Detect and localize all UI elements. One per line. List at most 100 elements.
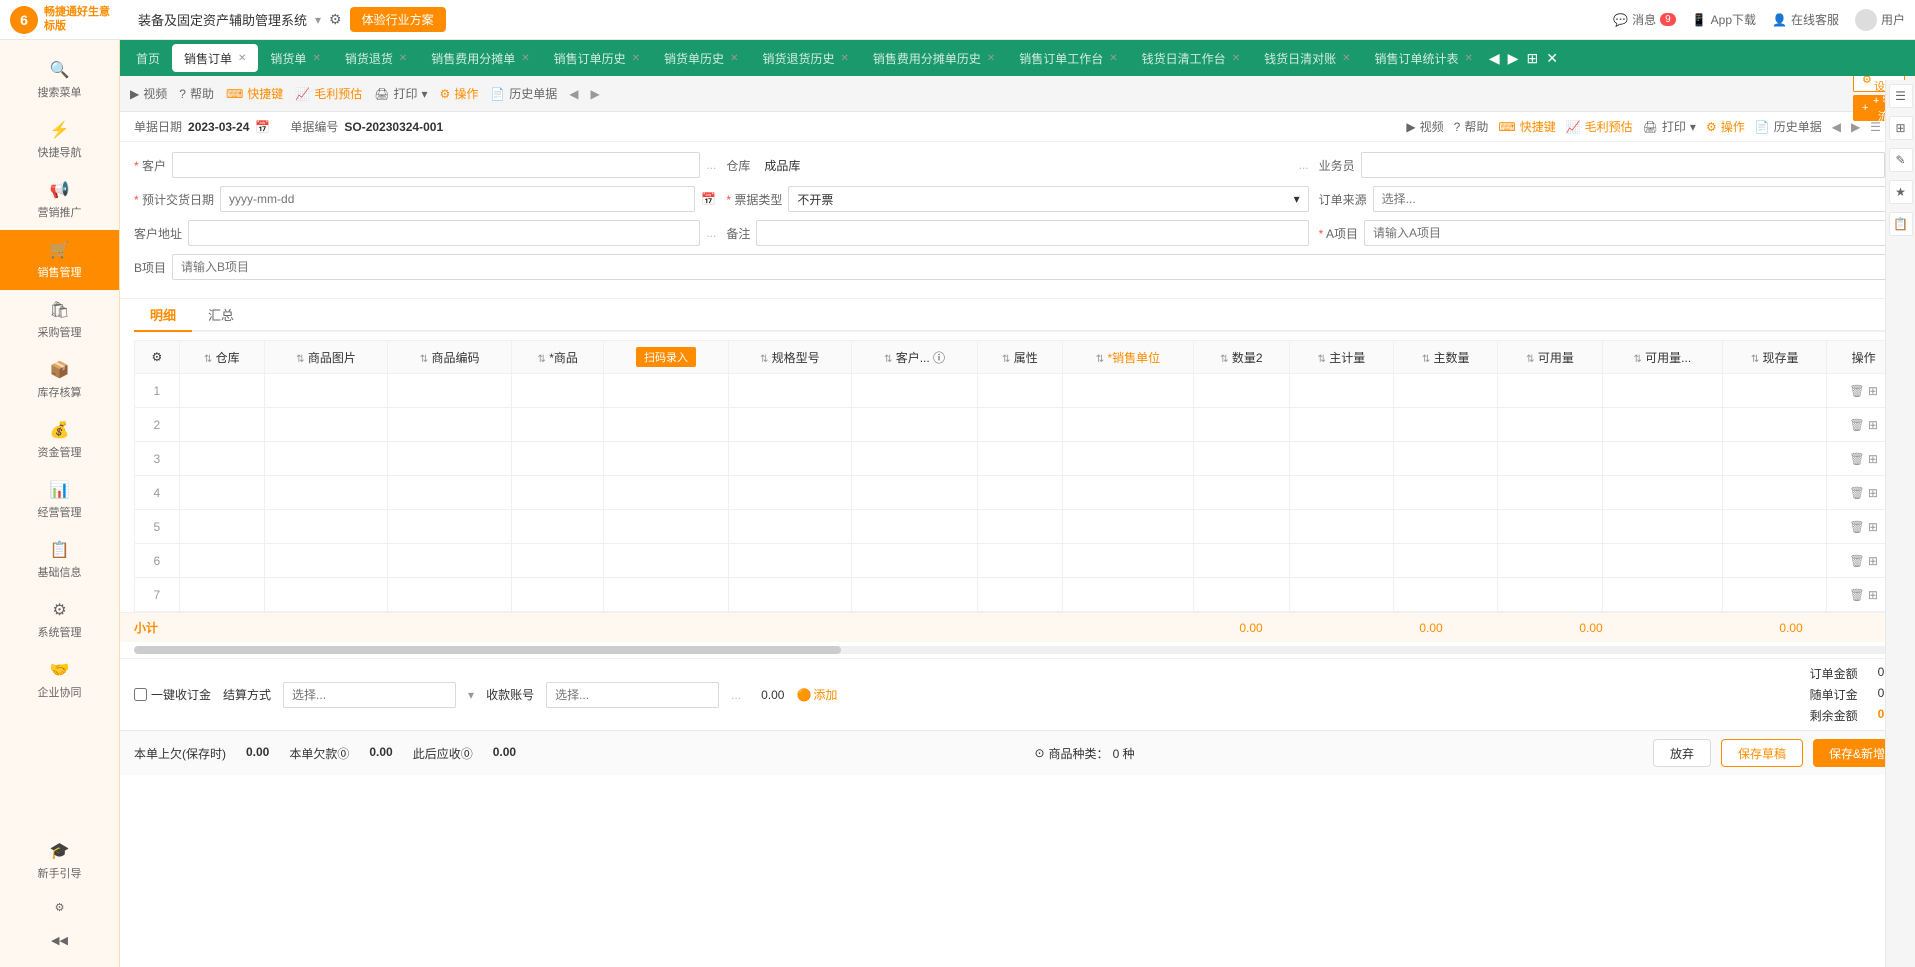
header-operation-btn[interactable]: ⚙ 操作 [1706, 118, 1745, 135]
row-1-qty2[interactable] [1194, 374, 1290, 408]
row-2-image[interactable] [264, 408, 388, 442]
scroll-bar-area[interactable] [134, 646, 1901, 654]
tab-expand-btn[interactable]: ⊞ [1522, 50, 1542, 67]
row-5-main-unit[interactable] [1289, 510, 1393, 544]
tab-next-btn[interactable]: ▶ [1504, 50, 1523, 67]
col-available-header[interactable]: ⇅ 可用量 [1498, 341, 1602, 374]
tab-prev-btn[interactable]: ◀ [1485, 50, 1504, 67]
tab-sales-invoice-history[interactable]: 销货单历史 ✕ [652, 44, 750, 72]
row-2-attr[interactable] [977, 408, 1062, 442]
toolbar-help[interactable]: ? 帮助 [179, 85, 214, 102]
row-1-copy-icon[interactable]: ⊞ [1868, 384, 1878, 398]
app-download-item[interactable]: 📱 App下载 [1692, 11, 1756, 28]
row-4-copy-icon[interactable]: ⊞ [1868, 486, 1878, 500]
col-warehouse-header[interactable]: ⇅ 仓库 [179, 341, 264, 374]
sidebar-item-finance[interactable]: 💰 资金管理 [0, 410, 119, 470]
tab-home[interactable]: 首页 [124, 44, 172, 72]
sidebar-item-search[interactable]: 🔍 搜索菜单 [0, 50, 119, 110]
row-6-goods[interactable] [511, 544, 603, 578]
row-1-image[interactable] [264, 374, 388, 408]
right-panel-grid-btn[interactable]: ⊞ [1889, 116, 1913, 140]
row-5-spec[interactable] [728, 510, 852, 544]
row-2-copy-icon[interactable]: ⊞ [1868, 418, 1878, 432]
row-6-attr[interactable] [977, 544, 1062, 578]
row-6-copy-icon[interactable]: ⊞ [1868, 554, 1878, 568]
row-4-qty2[interactable] [1194, 476, 1290, 510]
tab-close-daily-reconcile[interactable]: ✕ [1342, 53, 1350, 64]
online-service-item[interactable]: 👤 在线客服 [1772, 11, 1839, 28]
header-history-btn[interactable]: 📄 历史单据 [1755, 118, 1822, 135]
toolbar-operation[interactable]: ⚙ 操作 [440, 85, 479, 102]
row-3-delete-icon[interactable]: 🗑 [1849, 452, 1864, 466]
row-5-image[interactable] [264, 510, 388, 544]
row-3-unit[interactable] [1062, 442, 1193, 476]
row-7-main-unit[interactable] [1289, 578, 1393, 612]
header-view-btn[interactable]: ▶ 视频 [1406, 118, 1443, 135]
row-2-code[interactable] [388, 408, 512, 442]
row-7-unit[interactable] [1062, 578, 1193, 612]
col-goods-header[interactable]: ⇅ *商品 [511, 341, 603, 374]
scroll-bar-thumb[interactable] [134, 646, 841, 654]
a-project-input[interactable] [1364, 220, 1901, 246]
delivery-calendar-icon[interactable]: 📅 [701, 192, 716, 206]
row-7-available2[interactable] [1602, 578, 1722, 612]
right-panel-edit-btn[interactable]: ✎ [1889, 148, 1913, 172]
row-5-available2[interactable] [1602, 510, 1722, 544]
row-7-image[interactable] [264, 578, 388, 612]
row-1-stock[interactable] [1723, 374, 1827, 408]
payment-method-input[interactable] [283, 682, 456, 708]
row-6-unit[interactable] [1062, 544, 1193, 578]
row-4-delete-icon[interactable]: 🗑 [1849, 486, 1864, 500]
tab-close-sales-return[interactable]: ✕ [399, 53, 407, 64]
scan-btn[interactable]: 扫码录入 [636, 347, 696, 367]
header-print-btn[interactable]: 🖨 打印 ▾ [1643, 118, 1696, 135]
col-settings-header[interactable]: ⚙ [135, 341, 180, 374]
row-1-unit[interactable] [1062, 374, 1193, 408]
row-5-unit[interactable] [1062, 510, 1193, 544]
row-7-qty2[interactable] [1194, 578, 1290, 612]
row-1-available2[interactable] [1602, 374, 1722, 408]
sidebar-item-quicknav[interactable]: ⚡ 快捷导航 [0, 110, 119, 170]
row-5-goods[interactable] [511, 510, 603, 544]
row-2-goods[interactable] [511, 408, 603, 442]
row-1-main-unit[interactable] [1289, 374, 1393, 408]
sidebar-settings-btn[interactable]: ⚙ [0, 891, 119, 924]
discard-button[interactable]: 放弃 [1653, 739, 1711, 767]
toolbar-print[interactable]: 🖨 打印 ▾ [374, 85, 427, 102]
row-6-stock[interactable] [1723, 544, 1827, 578]
row-2-main-unit[interactable] [1289, 408, 1393, 442]
tab-sales-invoice[interactable]: 销货单 ✕ [258, 44, 332, 72]
row-1-attr[interactable] [977, 374, 1062, 408]
sidebar-item-basicinfo[interactable]: 📋 基础信息 [0, 530, 119, 590]
row-7-warehouse[interactable] [179, 578, 264, 612]
row-5-delete-icon[interactable]: 🗑 [1849, 520, 1864, 534]
tab-sales-expense-history[interactable]: 销售费用分摊单历史 ✕ [861, 44, 1007, 72]
invoice-type-select[interactable]: 不开票 ▾ [788, 186, 1308, 212]
sidebar-item-marketing[interactable]: 📢 营销推广 [0, 170, 119, 230]
address-input[interactable] [188, 220, 700, 246]
row-3-spec[interactable] [728, 442, 852, 476]
row-7-delete-icon[interactable]: 🗑 [1849, 588, 1864, 602]
row-3-stock[interactable] [1723, 442, 1827, 476]
sidebar-item-newbie[interactable]: 🎓 新手引导 [0, 831, 119, 891]
toolbar-view[interactable]: ▶ 视频 [130, 85, 167, 102]
row-4-stock[interactable] [1723, 476, 1827, 510]
row-3-attr[interactable] [977, 442, 1062, 476]
tab-sales-expense[interactable]: 销售费用分摊单 ✕ [419, 44, 541, 72]
row-3-qty2[interactable] [1194, 442, 1290, 476]
row-3-customer-code[interactable] [852, 442, 978, 476]
row-4-unit[interactable] [1062, 476, 1193, 510]
row-6-main-unit[interactable] [1289, 544, 1393, 578]
row-3-image[interactable] [264, 442, 388, 476]
tab-close-sales-return-history[interactable]: ✕ [840, 53, 848, 64]
tab-close-sales-invoice-history[interactable]: ✕ [730, 53, 738, 64]
row-7-spec[interactable] [728, 578, 852, 612]
sidebar-item-operations[interactable]: 📊 经营管理 [0, 470, 119, 530]
toolbar-nav-next[interactable]: ▶ [591, 87, 600, 101]
row-5-code[interactable] [388, 510, 512, 544]
row-7-copy-icon[interactable]: ⊞ [1868, 588, 1878, 602]
solution-button[interactable]: 体验行业方案 [350, 7, 446, 32]
tab-daily-reconcile[interactable]: 钱货日清对账 ✕ [1252, 44, 1362, 72]
remark-input[interactable] [756, 220, 1308, 246]
row-1-delete-icon[interactable]: 🗑 [1849, 384, 1864, 398]
